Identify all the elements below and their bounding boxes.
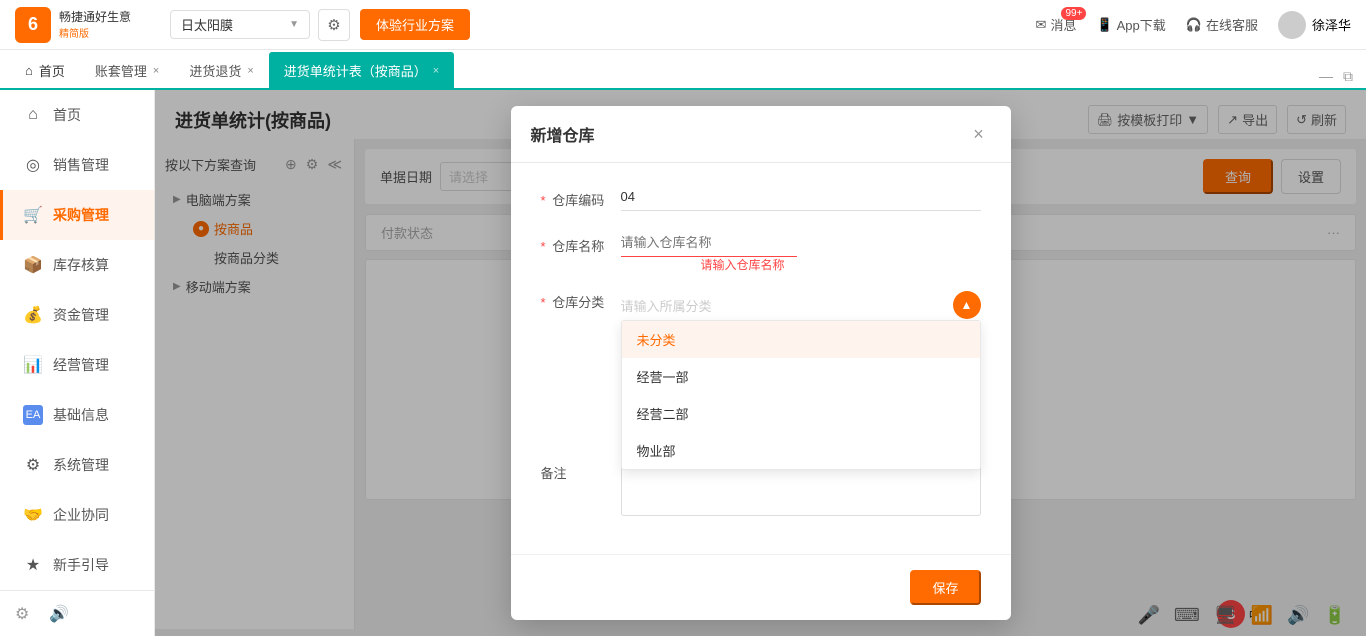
tab-home[interactable]: ⌂ 首页 [10, 52, 80, 88]
base-info-icon: EA [23, 405, 43, 425]
settings-icon[interactable]: ⚙ [15, 604, 29, 624]
main-layout: ⌂ 首页 ◎ 销售管理 🛒 采购管理 📦 库存核算 💰 资金管理 📊 经营管理 … [0, 90, 1366, 636]
tab-purchase-stats[interactable]: 进货单统计表（按商品） × [269, 52, 454, 88]
gear-button[interactable]: ⚙ [318, 9, 350, 41]
modal-title: 新增仓库 [531, 122, 595, 146]
store-name: 日太阳膜 [181, 15, 233, 34]
category-control-wrap: 请输入所属分类 ▲ 未分类 经营一部 经营二部 物业部 [621, 285, 981, 326]
modal-close-button[interactable]: × [967, 122, 991, 146]
sidebar-item-base-info[interactable]: EA 基础信息 [0, 390, 154, 440]
chevron-up-icon: ▲ [961, 298, 973, 312]
sidebar-item-operations[interactable]: 📊 经营管理 [0, 340, 154, 390]
sidebar-item-collab[interactable]: 🤝 企业协同 [0, 490, 154, 540]
restore-button[interactable]: ⧉ [1340, 68, 1356, 84]
logo-area: 6 畅捷通好生意 精简版 [15, 7, 170, 43]
category-toggle-button[interactable]: ▲ [953, 291, 981, 319]
name-error-msg: 请输入仓库名称 [701, 256, 785, 273]
top-right-area: ✉ 消息 99+ 📱 App下载 🎧 在线客服 徐泽华 [1036, 11, 1351, 39]
app-download-btn[interactable]: 📱 App下载 [1096, 15, 1165, 34]
system-icon: ⚙ [23, 455, 43, 475]
speaker-icon[interactable]: 🔊 [49, 604, 69, 624]
modal-footer: 保存 [511, 554, 1011, 620]
save-button[interactable]: 保存 [910, 570, 980, 605]
inventory-icon: 📦 [23, 255, 43, 275]
tab-bar: ⌂ 首页 账套管理 × 进货退货 × 进货单统计表（按商品） × — ⧉ [0, 50, 1366, 90]
remark-label: 备注 [541, 456, 621, 482]
sidebar-item-home[interactable]: ⌂ 首页 [0, 90, 154, 140]
code-form-row: * 仓库编码 [541, 183, 981, 211]
category-option-dept2[interactable]: 经营二部 [622, 395, 980, 432]
store-selector[interactable]: 日太阳膜 ▼ [170, 10, 310, 39]
category-option-dept1[interactable]: 经营一部 [622, 358, 980, 395]
logo-icon: 6 [15, 7, 51, 43]
service-btn[interactable]: 🎧 在线客服 [1186, 15, 1258, 34]
warehouse-code-input[interactable] [621, 183, 981, 211]
collab-icon: 🤝 [23, 505, 43, 525]
try-industry-button[interactable]: 体验行业方案 [360, 9, 470, 40]
phone-icon: 📱 [1096, 17, 1112, 33]
username: 徐泽华 [1312, 15, 1351, 34]
minimize-button[interactable]: — [1318, 68, 1334, 84]
content-area: 进货单统计(按商品) 🖨 按模板打印 ▼ ↗ 导出 ↺ 刷新 [155, 90, 1366, 636]
sidebar-item-inventory[interactable]: 📦 库存核算 [0, 240, 154, 290]
tab-accounts-close[interactable]: × [153, 65, 159, 77]
purchase-icon: 🛒 [23, 205, 43, 225]
code-label: * 仓库编码 [541, 183, 621, 209]
guide-icon: ★ [23, 555, 43, 575]
message-badge: 99+ [1061, 7, 1086, 20]
message-btn[interactable]: ✉ 消息 99+ [1036, 15, 1077, 34]
name-form-row: * 仓库名称 请输入仓库名称 [541, 229, 981, 257]
category-option-unclassified[interactable]: 未分类 [622, 321, 980, 358]
top-bar: 6 畅捷通好生意 精简版 日太阳膜 ▼ ⚙ 体验行业方案 ✉ 消息 99+ 📱 … [0, 0, 1366, 50]
operations-icon: 📊 [23, 355, 43, 375]
new-warehouse-modal: 新增仓库 × * 仓库编码 * [511, 106, 1011, 620]
message-icon: ✉ [1036, 17, 1047, 33]
category-placeholder: 请输入所属分类 [621, 296, 712, 315]
tab-purchase-stats-close[interactable]: × [433, 65, 439, 77]
modal-body: * 仓库编码 * 仓库名称 请输入仓库名称 [511, 163, 1011, 554]
warehouse-name-input[interactable] [621, 229, 797, 257]
finance-icon: 💰 [23, 305, 43, 325]
sidebar: ⌂ 首页 ◎ 销售管理 🛒 采购管理 📦 库存核算 💰 资金管理 📊 经营管理 … [0, 90, 155, 636]
name-label: * 仓库名称 [541, 229, 621, 255]
home-icon: ⌂ [25, 63, 33, 78]
tab-purchase-return[interactable]: 进货退货 × [174, 52, 268, 88]
sales-icon: ◎ [23, 155, 43, 175]
sidebar-item-sales[interactable]: ◎ 销售管理 [0, 140, 154, 190]
window-buttons: — ⧉ [1318, 68, 1356, 88]
sidebar-item-purchase[interactable]: 🛒 采购管理 [0, 190, 154, 240]
tab-purchase-return-close[interactable]: × [247, 65, 253, 77]
avatar [1278, 11, 1306, 39]
modal-overlay[interactable]: 新增仓库 × * 仓库编码 * [155, 90, 1366, 636]
store-dropdown-arrow: ▼ [289, 19, 299, 30]
app-name: 畅捷通好生意 [59, 9, 131, 26]
user-menu[interactable]: 徐泽华 [1278, 11, 1351, 39]
app-badge: 精简版 [59, 25, 131, 40]
category-dropdown-list: 未分类 经营一部 经营二部 物业部 [621, 320, 981, 470]
modal-header: 新增仓库 × [511, 106, 1011, 163]
headset-icon: 🎧 [1186, 17, 1202, 33]
category-form-row: * 仓库分类 请输入所属分类 ▲ [541, 285, 981, 326]
home-icon: ⌂ [23, 105, 43, 125]
sidebar-item-system[interactable]: ⚙ 系统管理 [0, 440, 154, 490]
category-option-dept3[interactable]: 物业部 [622, 432, 980, 469]
category-label: * 仓库分类 [541, 285, 621, 311]
tab-accounts[interactable]: 账套管理 × [80, 52, 174, 88]
name-control-wrap: 请输入仓库名称 [621, 229, 981, 257]
sidebar-item-finance[interactable]: 💰 资金管理 [0, 290, 154, 340]
sidebar-bottom-bar: ⚙ 🔊 [0, 590, 155, 636]
sidebar-item-guide[interactable]: ★ 新手引导 [0, 540, 154, 590]
